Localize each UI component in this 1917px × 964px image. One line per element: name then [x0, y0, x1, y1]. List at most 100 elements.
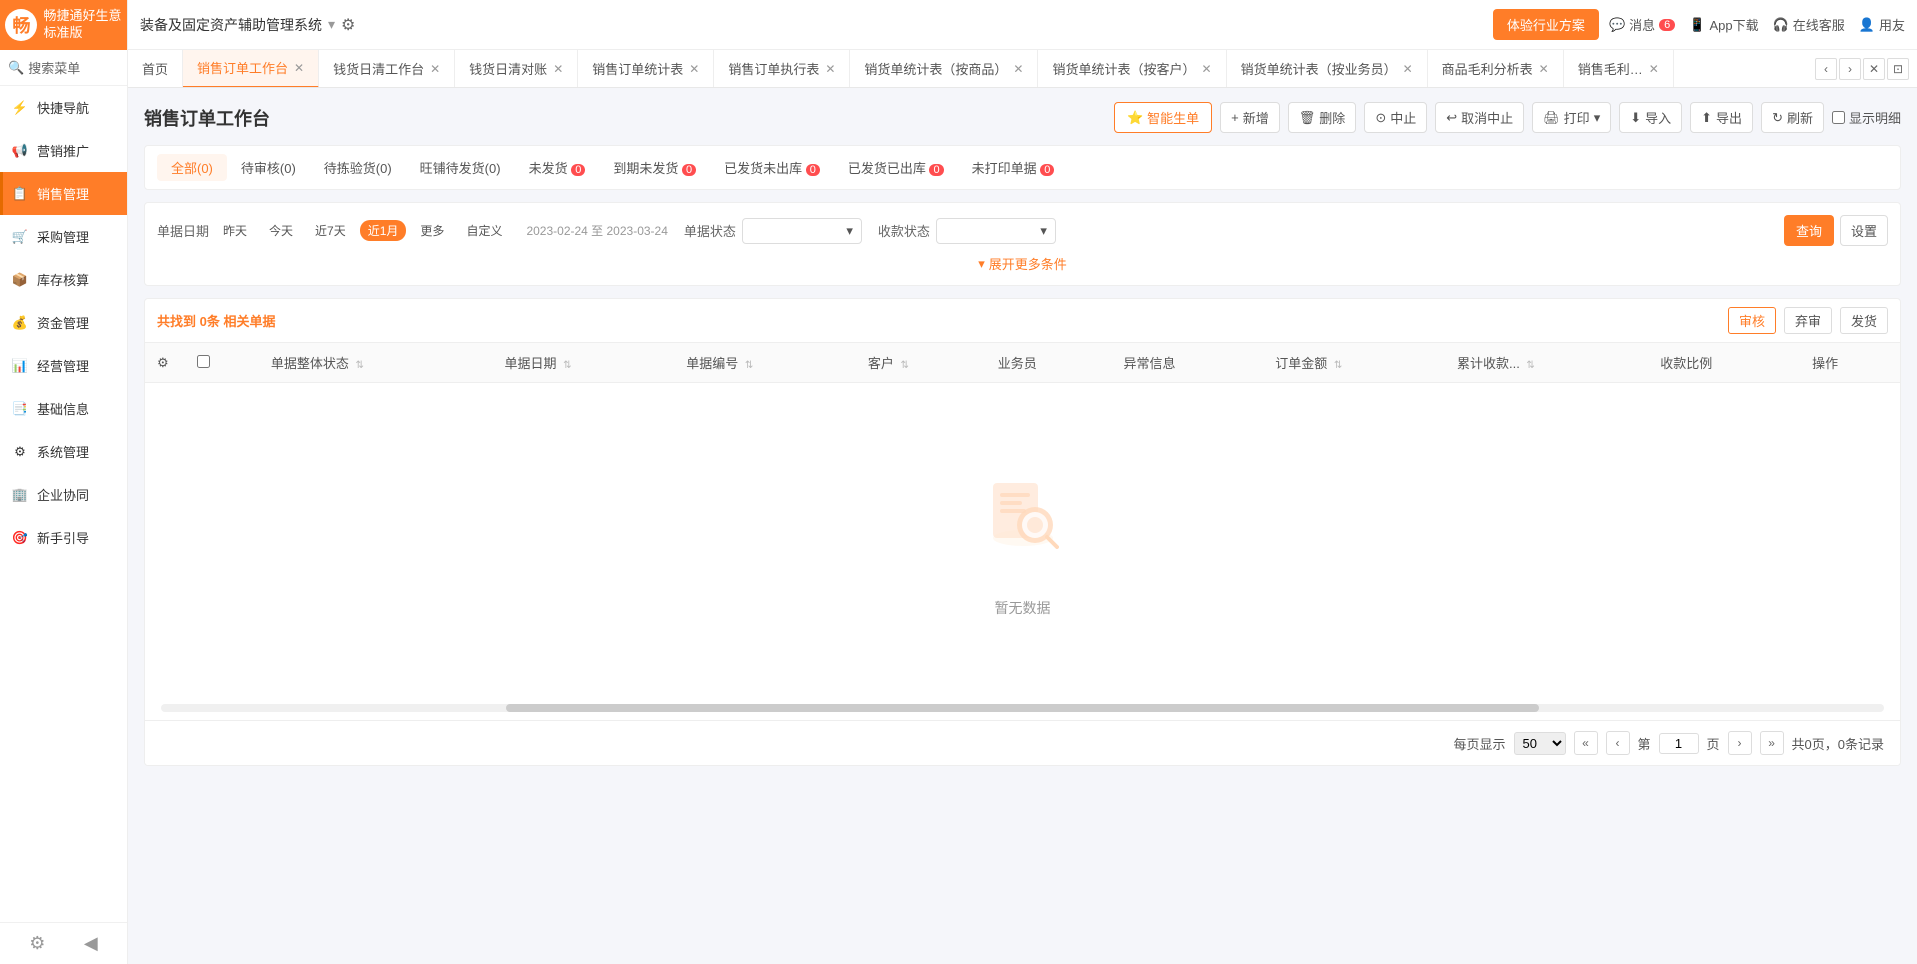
- tab-close-all[interactable]: ✕: [1863, 58, 1885, 80]
- cancel-stop-btn[interactable]: ↩ 取消中止: [1435, 102, 1524, 133]
- horizontal-scrollbar[interactable]: [161, 704, 1884, 712]
- sidebar-item-purchase[interactable]: 🛒 采购管理: [0, 215, 127, 258]
- sidebar-item-enterprise[interactable]: 🏢 企业协同: [0, 473, 127, 516]
- th-number[interactable]: 单据编号 ⇅: [674, 343, 856, 383]
- payment-dropdown-icon: ▾: [1040, 223, 1047, 239]
- status-select[interactable]: ▾: [742, 218, 862, 244]
- tab-close-goods-customer[interactable]: ✕: [1202, 62, 1212, 76]
- th-ratio[interactable]: 收款比例: [1648, 343, 1800, 383]
- show-detail-checkbox[interactable]: 显示明细: [1832, 108, 1901, 127]
- th-status[interactable]: 单据整体状态 ⇅: [259, 343, 493, 383]
- delete-btn[interactable]: 🗑 删除: [1288, 102, 1357, 133]
- sidebar-item-system[interactable]: ⚙ 系统管理: [0, 430, 127, 473]
- tab-close-gross-margin[interactable]: ✕: [1539, 62, 1549, 76]
- sidebar-item-sales[interactable]: 📋 销售管理: [0, 172, 127, 215]
- tab-goods-stats-salesperson[interactable]: 销货单统计表（按业务员） ✕: [1227, 50, 1428, 88]
- page-input[interactable]: [1659, 733, 1699, 754]
- th-exception[interactable]: 异常信息: [1112, 343, 1264, 383]
- print-btn[interactable]: 🖨 打印 ▾: [1532, 102, 1611, 133]
- date-today[interactable]: 今天: [261, 220, 301, 241]
- date-more[interactable]: 更多: [412, 220, 452, 241]
- sub-tab-all[interactable]: 全部(0): [157, 154, 227, 181]
- tab-close-reconciliation[interactable]: ✕: [553, 62, 563, 76]
- tab-sales-stats[interactable]: 销售订单统计表 ✕: [578, 50, 714, 88]
- query-btn[interactable]: 查询: [1784, 215, 1834, 246]
- audit-btn[interactable]: 审核: [1728, 307, 1776, 334]
- tab-close-sales-workbench[interactable]: ✕: [294, 61, 304, 75]
- page-size-select[interactable]: 50 100 200: [1514, 732, 1566, 755]
- cancel-audit-btn[interactable]: 弃审: [1784, 307, 1832, 334]
- expand-filter-btn[interactable]: ▾ 展开更多条件: [978, 254, 1067, 273]
- page-first-btn[interactable]: «: [1574, 731, 1598, 755]
- online-service-btn[interactable]: 🎧 在线客服: [1773, 15, 1845, 34]
- tab-reconciliation[interactable]: 钱货日清对账 ✕: [455, 50, 578, 88]
- sidebar-item-operations[interactable]: 📊 经营管理: [0, 344, 127, 387]
- tab-gross-margin[interactable]: 商品毛利分析表 ✕: [1428, 50, 1564, 88]
- sub-tab-not-shipped[interactable]: 未发货 0: [515, 154, 600, 181]
- sidebar-item-basic-info[interactable]: 📑 基础信息: [0, 387, 127, 430]
- th-salesperson[interactable]: 业务员: [986, 343, 1112, 383]
- sub-tab-overdue-ship[interactable]: 到期未发货 0: [599, 154, 710, 181]
- sub-tab-wangpu-ship[interactable]: 旺铺待发货(0): [406, 154, 515, 181]
- export-btn[interactable]: ⬆ 导出: [1690, 102, 1753, 133]
- tab-sales-exec[interactable]: 销售订单执行表 ✕: [714, 50, 850, 88]
- th-date[interactable]: 单据日期 ⇅: [492, 343, 674, 383]
- ship-btn[interactable]: 发货: [1840, 307, 1888, 334]
- select-all-checkbox[interactable]: [197, 355, 210, 368]
- sub-tab-pending-inspect[interactable]: 待拣验货(0): [310, 154, 406, 181]
- industry-btn[interactable]: 体验行业方案: [1493, 9, 1599, 40]
- sidebar-item-marketing[interactable]: 📢 营销推广: [0, 129, 127, 172]
- tab-close-money-daily[interactable]: ✕: [430, 62, 440, 76]
- sub-tab-shipped-not-out[interactable]: 已发货未出库 0: [710, 154, 834, 181]
- user-btn[interactable]: 👤 用友: [1859, 15, 1905, 34]
- sidebar-item-new-guide[interactable]: 🎯 新手引导: [0, 516, 127, 559]
- page-prev-btn[interactable]: ‹: [1606, 731, 1630, 755]
- stop-btn[interactable]: ⊙ 中止: [1364, 102, 1427, 133]
- tab-sales-workbench[interactable]: 销售订单工作台 ✕: [183, 50, 319, 88]
- app-download-btn[interactable]: 📱 App下载: [1689, 15, 1758, 34]
- page-next-btn[interactable]: ›: [1728, 731, 1752, 755]
- tab-scroll-right[interactable]: ›: [1839, 58, 1861, 80]
- tab-money-daily[interactable]: 钱货日清工作台 ✕: [319, 50, 455, 88]
- sidebar-item-finance[interactable]: 💰 资金管理: [0, 301, 127, 344]
- sidebar-item-quick-nav[interactable]: ⚡ 快捷导航: [0, 86, 127, 129]
- add-btn[interactable]: + 新增: [1220, 102, 1280, 133]
- sub-tab-not-printed[interactable]: 未打印单据 0: [958, 154, 1069, 181]
- filter-settings-btn[interactable]: 设置: [1840, 215, 1888, 246]
- th-amount[interactable]: 订单金额 ⇅: [1263, 343, 1445, 383]
- payment-select[interactable]: ▾: [936, 218, 1056, 244]
- collapse-btn[interactable]: ◀: [84, 933, 98, 954]
- tab-scroll-left[interactable]: ‹: [1815, 58, 1837, 80]
- date-custom[interactable]: 自定义: [458, 220, 510, 241]
- tab-maximize[interactable]: ⊡: [1887, 58, 1909, 80]
- th-settings[interactable]: ⚙: [145, 343, 185, 383]
- sidebar-search[interactable]: 🔍 搜索菜单: [0, 50, 127, 86]
- date-1month[interactable]: 近1月: [360, 220, 407, 241]
- smart-create-btn[interactable]: ⭐ 智能生单: [1114, 102, 1212, 133]
- import-btn[interactable]: ⬇ 导入: [1619, 102, 1682, 133]
- th-customer[interactable]: 客户 ⇅: [856, 343, 986, 383]
- tab-close-goods-product[interactable]: ✕: [1013, 62, 1023, 76]
- tab-home[interactable]: 首页: [128, 50, 183, 88]
- tab-close-sales-exec[interactable]: ✕: [825, 62, 835, 76]
- sub-tab-pending-audit[interactable]: 待审核(0): [227, 154, 310, 181]
- tab-close-sales-margin[interactable]: ✕: [1649, 62, 1659, 76]
- show-detail-input[interactable]: [1832, 111, 1845, 124]
- date-7days[interactable]: 近7天: [307, 220, 354, 241]
- refresh-btn[interactable]: ↻ 刷新: [1761, 102, 1824, 133]
- tab-goods-stats-customer[interactable]: 销货单统计表（按客户） ✕: [1038, 50, 1226, 88]
- date-yesterday[interactable]: 昨天: [215, 220, 255, 241]
- tab-goods-stats-product[interactable]: 销货单统计表（按商品） ✕: [850, 50, 1038, 88]
- tab-sales-margin[interactable]: 销售毛利… ✕: [1564, 50, 1674, 88]
- th-collected[interactable]: 累计收款... ⇅: [1445, 343, 1648, 383]
- settings-btn[interactable]: ⚙: [29, 933, 45, 954]
- tab-close-sales-stats[interactable]: ✕: [689, 62, 699, 76]
- tab-close-goods-salesperson[interactable]: ✕: [1403, 62, 1413, 76]
- th-checkbox-all[interactable]: [185, 343, 259, 383]
- scrollbar-thumb[interactable]: [506, 704, 1540, 712]
- sidebar-item-inventory[interactable]: 📦 库存核算: [0, 258, 127, 301]
- sub-tab-shipped-out[interactable]: 已发货已出库 0: [834, 154, 958, 181]
- page-last-btn[interactable]: »: [1760, 731, 1784, 755]
- message-btn[interactable]: 💬 消息 6: [1609, 15, 1675, 34]
- topbar-gear-btn[interactable]: ⚙: [341, 15, 355, 35]
